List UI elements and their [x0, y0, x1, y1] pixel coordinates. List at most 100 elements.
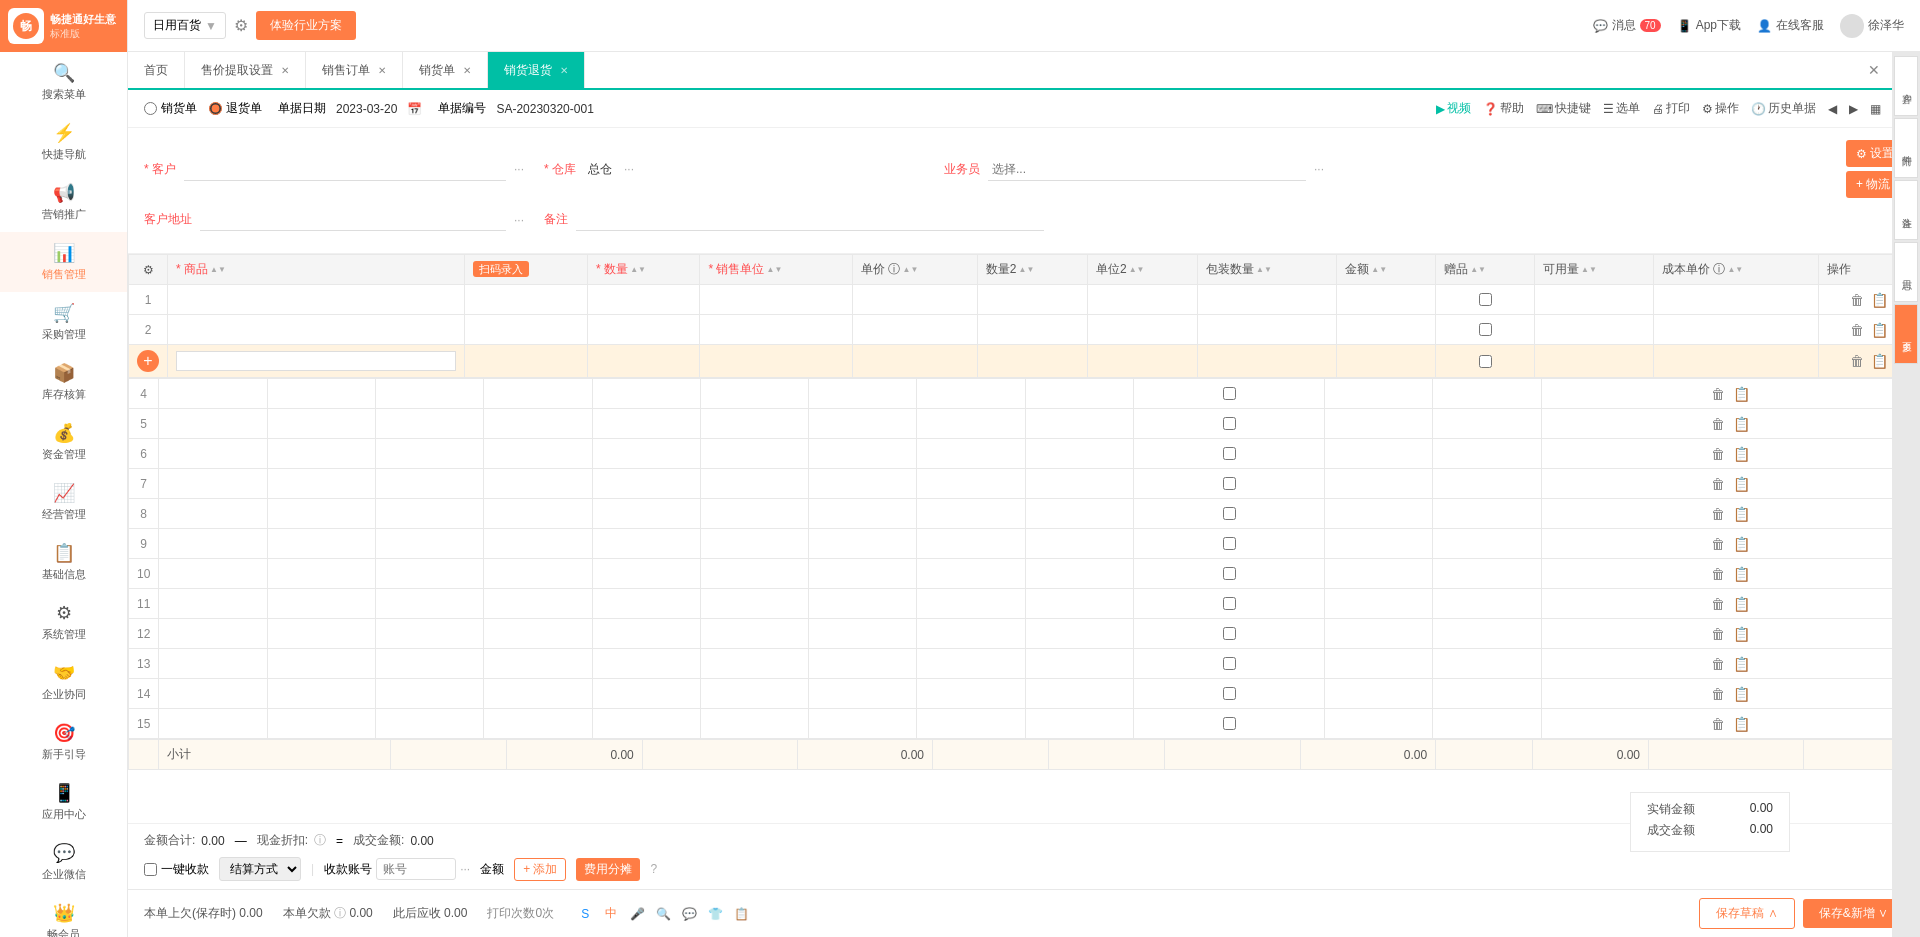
cost-price-cell-15[interactable]: [1433, 709, 1541, 739]
available-cell-8[interactable]: [1325, 499, 1433, 529]
tab-sale-price[interactable]: 售价提取设置 ✕: [185, 52, 306, 88]
quantity2-cell-8[interactable]: [700, 499, 808, 529]
online-service-btn[interactable]: 👤 在线客服: [1757, 17, 1824, 34]
right-panel-item-5[interactable]: 更多: [1894, 304, 1918, 364]
copy-icon-11[interactable]: 📋: [1733, 596, 1750, 612]
sale-unit-cell-10[interactable]: [484, 559, 592, 589]
sidebar-item-marketing[interactable]: 📢 营销推广: [0, 172, 127, 232]
address-ellipsis[interactable]: ···: [514, 213, 524, 227]
add-payment-btn[interactable]: + 添加: [514, 858, 566, 881]
sale-radio[interactable]: 销货单: [144, 100, 197, 117]
available-cell-4[interactable]: [1325, 379, 1433, 409]
quantity-cell-13[interactable]: [375, 649, 483, 679]
quantity2-cell-9[interactable]: [700, 529, 808, 559]
video-btn[interactable]: ▶ 视频: [1432, 98, 1475, 119]
cost-price-cell-6[interactable]: [1433, 439, 1541, 469]
copy-icon-6[interactable]: 📋: [1733, 446, 1750, 462]
unit2-cell-5[interactable]: [809, 409, 917, 439]
experience-btn[interactable]: 体验行业方案: [256, 11, 356, 40]
amount-sort-icon[interactable]: ▲▼: [1371, 265, 1387, 274]
grid-view-btn[interactable]: ▦: [1866, 100, 1885, 118]
sale-unit-cell-12[interactable]: [484, 619, 592, 649]
amount-cell-4[interactable]: [1025, 379, 1133, 409]
sale-unit-cell-7[interactable]: [484, 469, 592, 499]
product-cell-10[interactable]: [159, 559, 267, 589]
tab-sale-return[interactable]: 销货退货 ✕: [488, 52, 585, 88]
salesperson-ellipsis[interactable]: ···: [1314, 162, 1324, 176]
quantity2-cell-5[interactable]: [700, 409, 808, 439]
delete-icon-4[interactable]: 🗑: [1711, 386, 1725, 402]
bottom-icon-6[interactable]: 👕: [704, 903, 726, 925]
sale-unit-cell-11[interactable]: [484, 589, 592, 619]
gift-checkbox-4[interactable]: [1223, 387, 1236, 400]
amount-cell-3[interactable]: [1337, 345, 1436, 378]
product-input-3[interactable]: [176, 351, 456, 371]
quantity-cell-12[interactable]: [375, 619, 483, 649]
gift-cell-2[interactable]: [1436, 315, 1535, 345]
gift-checkbox-10[interactable]: [1223, 567, 1236, 580]
sidebar-item-search[interactable]: 🔍 搜索菜单: [0, 52, 127, 112]
pack-qty-cell-11[interactable]: [917, 589, 1025, 619]
delete-icon-8[interactable]: 🗑: [1711, 506, 1725, 522]
prev-btn[interactable]: ◀: [1824, 100, 1841, 118]
select-btn[interactable]: ☰ 选单: [1599, 98, 1644, 119]
sidebar-item-sales[interactable]: 📊 销售管理: [0, 232, 127, 292]
amount-cell-8[interactable]: [1025, 499, 1133, 529]
amount-cell-10[interactable]: [1025, 559, 1133, 589]
right-panel-item-1[interactable]: 客户: [1894, 90, 1918, 116]
quantity-cell-8[interactable]: [375, 499, 483, 529]
sidebar-item-shortcut[interactable]: ⚡ 快捷导航: [0, 112, 127, 172]
sale-unit-cell-3[interactable]: [700, 345, 853, 378]
delete-icon-9[interactable]: 🗑: [1711, 536, 1725, 552]
pack-qty-cell-1[interactable]: [1198, 285, 1337, 315]
product-cell-12[interactable]: [159, 619, 267, 649]
unit2-cell-11[interactable]: [809, 589, 917, 619]
pack-qty-cell-15[interactable]: [917, 709, 1025, 739]
sidebar-item-finance[interactable]: 💰 资金管理: [0, 412, 127, 472]
product-cell-5[interactable]: [159, 409, 267, 439]
sale-unit-cell-6[interactable]: [484, 439, 592, 469]
copy-icon-15[interactable]: 📋: [1733, 716, 1750, 732]
gift-checkbox-2[interactable]: [1479, 323, 1492, 336]
unit-price-cell-3[interactable]: [853, 345, 978, 378]
delete-icon-11[interactable]: 🗑: [1711, 596, 1725, 612]
unit-price-cell-14[interactable]: [592, 679, 700, 709]
quantity2-cell-15[interactable]: [700, 709, 808, 739]
pack-qty-cell-8[interactable]: [917, 499, 1025, 529]
sale-unit-cell-8[interactable]: [484, 499, 592, 529]
copy-icon-13[interactable]: 📋: [1733, 656, 1750, 672]
settlement-select[interactable]: 结算方式: [219, 857, 301, 881]
available-cell-11[interactable]: [1325, 589, 1433, 619]
cost-price-cell-2[interactable]: [1654, 315, 1819, 345]
unit-price-cell-9[interactable]: [592, 529, 700, 559]
product-cell-1[interactable]: [168, 285, 465, 315]
copy-icon-9[interactable]: 📋: [1733, 536, 1750, 552]
unit2-cell-12[interactable]: [809, 619, 917, 649]
sidebar-item-wechat[interactable]: 💬 企业微信: [0, 832, 127, 892]
right-panel-item-3[interactable]: 备注: [1894, 180, 1918, 240]
available-cell-6[interactable]: [1325, 439, 1433, 469]
account-input[interactable]: [376, 858, 456, 880]
gift-checkbox-3[interactable]: [1479, 355, 1492, 368]
available-cell-7[interactable]: [1325, 469, 1433, 499]
cost-price-cell-10[interactable]: [1433, 559, 1541, 589]
cost-price-cell-9[interactable]: [1433, 529, 1541, 559]
delete-icon-14[interactable]: 🗑: [1711, 686, 1725, 702]
quantity2-cell-12[interactable]: [700, 619, 808, 649]
product-cell-9[interactable]: [159, 529, 267, 559]
available-cell-5[interactable]: [1325, 409, 1433, 439]
unit2-cell-14[interactable]: [809, 679, 917, 709]
customer-input[interactable]: [184, 158, 506, 181]
gift-checkbox-1[interactable]: [1479, 293, 1492, 306]
gift-cell-11[interactable]: [1134, 589, 1325, 619]
gift-checkbox-11[interactable]: [1223, 597, 1236, 610]
copy-icon-1[interactable]: 📋: [1871, 292, 1888, 308]
product-cell-3[interactable]: [168, 345, 465, 378]
save-new-btn[interactable]: 保存&新增 ∨: [1803, 899, 1904, 928]
quantity-cell-5[interactable]: [375, 409, 483, 439]
add-row-btn[interactable]: +: [137, 350, 159, 372]
available-cell-13[interactable]: [1325, 649, 1433, 679]
gift-checkbox-5[interactable]: [1223, 417, 1236, 430]
pack-qty-cell-9[interactable]: [917, 529, 1025, 559]
sidebar-item-basic[interactable]: 📋 基础信息: [0, 532, 127, 592]
